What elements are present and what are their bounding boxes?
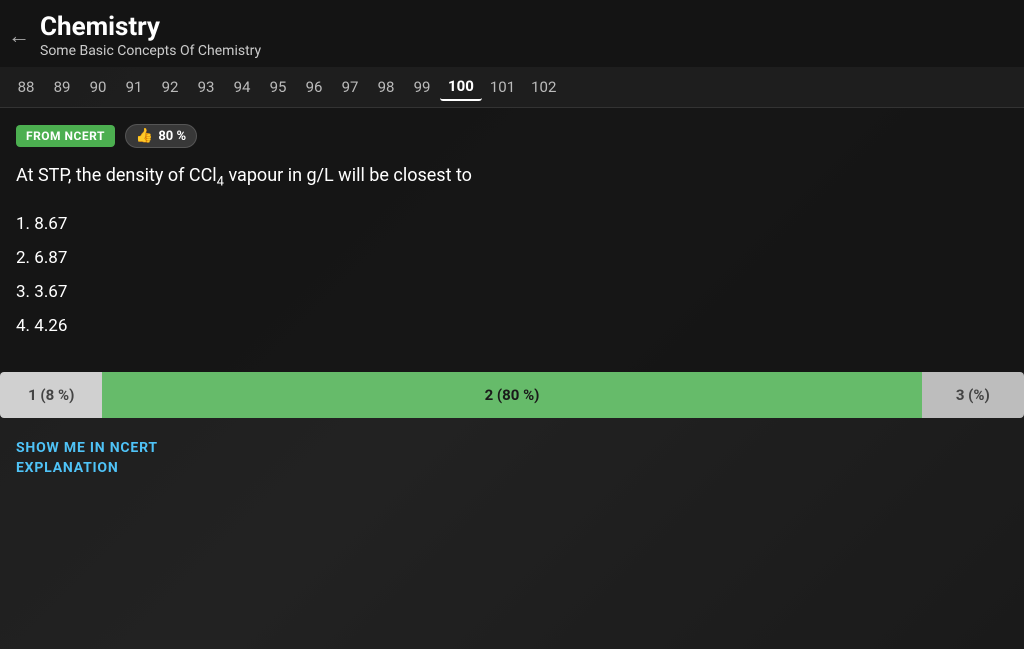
tab-92[interactable]: 92 <box>152 74 188 100</box>
header: ← Chemistry Some Basic Concepts Of Chemi… <box>0 0 1024 67</box>
result-seg-2[interactable]: 2 (80 %) <box>102 372 921 418</box>
option-1-value: 8.67 <box>34 214 67 234</box>
option-2[interactable]: 2. 6.87 <box>16 244 1008 272</box>
question-tabs: 88 89 90 91 92 93 94 95 96 97 98 99 100 … <box>0 67 1024 108</box>
percent-value: 80 % <box>158 129 186 144</box>
tab-99[interactable]: 99 <box>404 74 440 100</box>
option-3-value: 3.67 <box>34 282 67 302</box>
options-list: 1. 8.67 2. 6.87 3. 3.67 4. 4.26 <box>16 210 1008 340</box>
question-text: At STP, the density of CCl4 vapour in g/… <box>16 162 1008 192</box>
thumb-icon: 👍 <box>136 128 153 144</box>
tab-101[interactable]: 101 <box>482 74 523 100</box>
option-4-value: 4.26 <box>34 316 67 336</box>
option-2-value: 6.87 <box>34 248 67 268</box>
option-3-number: 3. <box>16 282 34 302</box>
question-area: FROM NCERT 👍 80 % At STP, the density of… <box>0 108 1024 372</box>
option-2-number: 2. <box>16 248 34 268</box>
question-text-after: vapour in g/L will be closest to <box>224 165 472 186</box>
option-4-number: 4. <box>16 316 34 336</box>
option-1[interactable]: 1. 8.67 <box>16 210 1008 238</box>
results-bar: 1 (8 %) 2 (80 %) 3 (%) <box>0 372 1024 418</box>
tab-98[interactable]: 98 <box>368 74 404 100</box>
bottom-links: SHOW ME IN NCERT EXPLANATION <box>0 436 1024 480</box>
question-subscript: 4 <box>217 175 224 190</box>
tab-97[interactable]: 97 <box>332 74 368 100</box>
tab-91[interactable]: 91 <box>116 74 152 100</box>
tab-96[interactable]: 96 <box>296 74 332 100</box>
ncert-badge: FROM NCERT <box>16 125 115 147</box>
tab-88[interactable]: 88 <box>8 74 44 100</box>
question-text-before: At STP, the density of CCl <box>16 165 217 186</box>
tab-90[interactable]: 90 <box>80 74 116 100</box>
back-button[interactable]: ← <box>8 23 30 49</box>
percent-badge: 👍 80 % <box>125 124 197 148</box>
option-1-number: 1. <box>16 214 34 234</box>
result-seg-3[interactable]: 3 (%) <box>922 372 1024 418</box>
page-subtitle: Some Basic Concepts Of Chemistry <box>40 43 261 59</box>
tab-94[interactable]: 94 <box>224 74 260 100</box>
tab-100[interactable]: 100 <box>440 73 482 101</box>
header-text: Chemistry Some Basic Concepts Of Chemist… <box>40 12 261 59</box>
badges-row: FROM NCERT 👍 80 % <box>16 124 1008 148</box>
explanation-link[interactable]: EXPLANATION <box>16 460 1008 476</box>
tab-93[interactable]: 93 <box>188 74 224 100</box>
tab-95[interactable]: 95 <box>260 74 296 100</box>
option-4[interactable]: 4. 4.26 <box>16 312 1008 340</box>
page-title: Chemistry <box>40 12 261 43</box>
tab-89[interactable]: 89 <box>44 74 80 100</box>
tab-102[interactable]: 102 <box>523 74 564 100</box>
show-ncert-link[interactable]: SHOW ME IN NCERT <box>16 440 1008 456</box>
result-seg-1[interactable]: 1 (8 %) <box>0 372 102 418</box>
option-3[interactable]: 3. 3.67 <box>16 278 1008 306</box>
